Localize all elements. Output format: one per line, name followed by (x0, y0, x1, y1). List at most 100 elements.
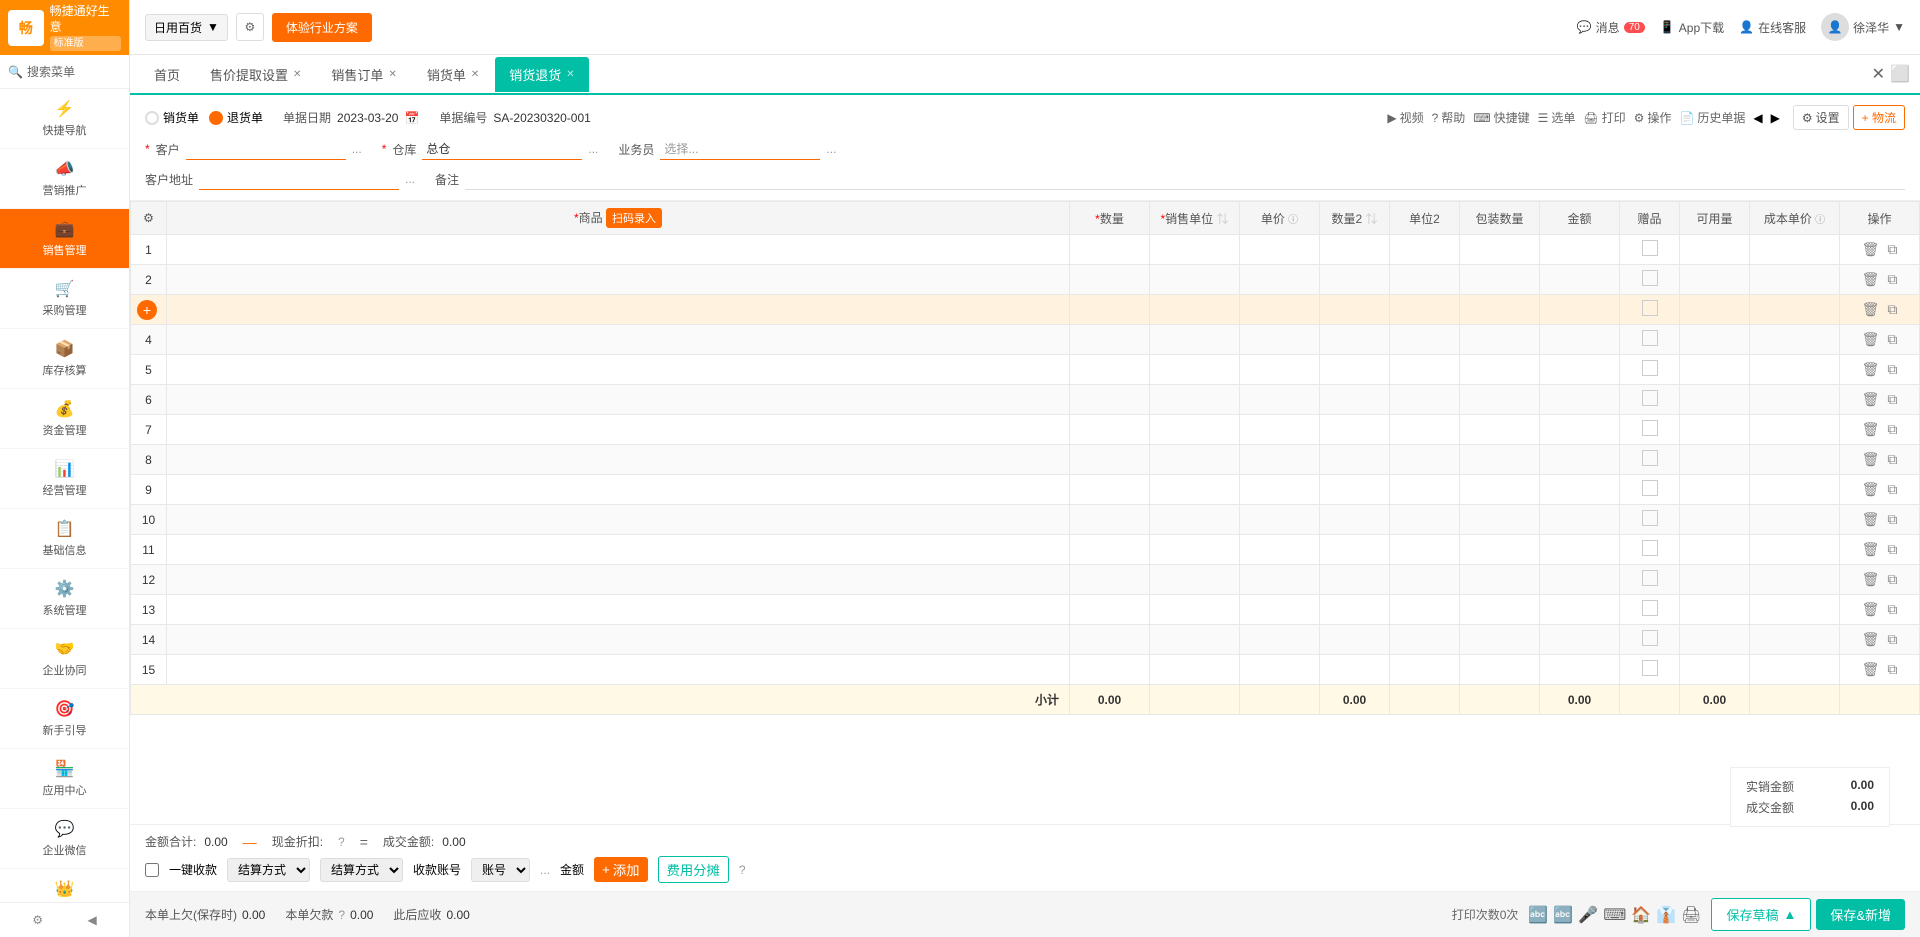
qty2-cell-7[interactable] (1320, 415, 1390, 445)
product-input-15[interactable] (173, 662, 1063, 677)
copy-row-5[interactable]: ⧉ (1887, 361, 1897, 378)
unit-cell-1[interactable] (1150, 235, 1240, 265)
sidebar-item-enterprise[interactable]: 🤝企业协同 (0, 629, 129, 689)
collapse-icon[interactable]: ◀ (88, 913, 97, 927)
delete-row-9[interactable]: 🗑 (1862, 481, 1880, 498)
qty2-cell-9[interactable] (1320, 475, 1390, 505)
sidebar-search[interactable]: 🔍 搜索菜单 (0, 55, 129, 89)
product-cell-12[interactable] (167, 565, 1070, 595)
amount-cell-6[interactable] (1540, 385, 1620, 415)
avail-cell-12[interactable] (1680, 565, 1750, 595)
address-select-btn[interactable]: ... (405, 172, 415, 186)
unit-cell-14[interactable] (1150, 625, 1240, 655)
salesperson-select-btn[interactable]: ... (826, 142, 836, 156)
cost-cell-11[interactable] (1750, 535, 1840, 565)
setting-btn[interactable]: ⚙ 设置 (1793, 105, 1849, 130)
settlement-method-select[interactable]: 结算方式 (227, 858, 310, 882)
product-cell-3[interactable] (167, 295, 1070, 325)
product-cell-5[interactable] (167, 355, 1070, 385)
gift-checkbox-10[interactable] (1642, 510, 1658, 526)
pack-cell-7[interactable] (1460, 415, 1540, 445)
gift-checkbox-2[interactable] (1642, 270, 1658, 286)
product-input-6[interactable] (173, 392, 1063, 407)
video-btn[interactable]: ▶ 视频 (1387, 109, 1423, 126)
price-cell-15[interactable] (1240, 655, 1320, 685)
customer-input[interactable] (186, 138, 346, 160)
price-cell-7[interactable] (1240, 415, 1320, 445)
copy-row-13[interactable]: ⧉ (1887, 601, 1897, 618)
sidebar-item-wechat[interactable]: 💬企业微信 (0, 809, 129, 869)
qty2-cell-6[interactable] (1320, 385, 1390, 415)
unit2-cell-9[interactable] (1390, 475, 1460, 505)
gift-checkbox-1[interactable] (1642, 240, 1658, 256)
avail-cell-11[interactable] (1680, 535, 1750, 565)
unit2-cell-2[interactable] (1390, 265, 1460, 295)
gift-cell-11[interactable] (1620, 535, 1680, 565)
avail-cell-10[interactable] (1680, 505, 1750, 535)
gift-cell-7[interactable] (1620, 415, 1680, 445)
topbar-gear-btn[interactable]: ⚙ (236, 13, 264, 41)
avail-cell-13[interactable] (1680, 595, 1750, 625)
qty2-cell-12[interactable] (1320, 565, 1390, 595)
price-cell-4[interactable] (1240, 325, 1320, 355)
amount-cell-14[interactable] (1540, 625, 1620, 655)
pack-cell-14[interactable] (1460, 625, 1540, 655)
price-cell-5[interactable] (1240, 355, 1320, 385)
pack-cell-12[interactable] (1460, 565, 1540, 595)
select-order-btn[interactable]: ☰ 选单 (1538, 109, 1576, 126)
avail-cell-2[interactable] (1680, 265, 1750, 295)
pack-cell-15[interactable] (1460, 655, 1540, 685)
gift-checkbox-6[interactable] (1642, 390, 1658, 406)
amount-cell-1[interactable] (1540, 235, 1620, 265)
unit-cell-9[interactable] (1150, 475, 1240, 505)
gift-cell-10[interactable] (1620, 505, 1680, 535)
qty2-cell-11[interactable] (1320, 535, 1390, 565)
unit2-cell-4[interactable] (1390, 325, 1460, 355)
cost-cell-5[interactable] (1750, 355, 1840, 385)
toolbar-icon-5[interactable]: 🏠 (1631, 905, 1651, 925)
gift-checkbox-13[interactable] (1642, 600, 1658, 616)
price-cell-12[interactable] (1240, 565, 1320, 595)
sidebar-item-basic[interactable]: 📋基础信息 (0, 509, 129, 569)
copy-row-2[interactable]: ⧉ (1887, 271, 1897, 288)
salesperson-input[interactable]: 选择... (660, 138, 820, 160)
unit-cell-12[interactable] (1150, 565, 1240, 595)
gift-cell-2[interactable] (1620, 265, 1680, 295)
gift-cell-6[interactable] (1620, 385, 1680, 415)
gift-cell-3[interactable] (1620, 295, 1680, 325)
settings-icon[interactable]: ⚙ (32, 913, 43, 927)
amount-cell-15[interactable] (1540, 655, 1620, 685)
toolbar-icon-1[interactable]: 🔤 (1528, 905, 1548, 925)
price-cell-9[interactable] (1240, 475, 1320, 505)
sales-radio[interactable]: 销货单 (145, 109, 199, 126)
message-btn[interactable]: 💬 消息 70 (1577, 19, 1645, 36)
avail-cell-6[interactable] (1680, 385, 1750, 415)
unit2-cell-10[interactable] (1390, 505, 1460, 535)
tab-close-2[interactable]: ✕ (388, 69, 396, 80)
product-cell-1[interactable] (167, 235, 1070, 265)
product-input-7[interactable] (173, 422, 1063, 437)
qty-cell-2[interactable] (1070, 265, 1150, 295)
copy-row-7[interactable]: ⧉ (1887, 421, 1897, 438)
sidebar-item-sales[interactable]: 💼销售管理 (0, 209, 129, 269)
unit2-cell-5[interactable] (1390, 355, 1460, 385)
product-cell-14[interactable] (167, 625, 1070, 655)
amount-cell-4[interactable] (1540, 325, 1620, 355)
avail-cell-8[interactable] (1680, 445, 1750, 475)
product-cell-6[interactable] (167, 385, 1070, 415)
logistics-btn[interactable]: + 物流 (1853, 105, 1905, 130)
gift-cell-8[interactable] (1620, 445, 1680, 475)
gift-cell-13[interactable] (1620, 595, 1680, 625)
qty2-cell-4[interactable] (1320, 325, 1390, 355)
unit2-cell-7[interactable] (1390, 415, 1460, 445)
daily-select[interactable]: 日用百货 ▼ (145, 14, 228, 41)
qty-cell-10[interactable] (1070, 505, 1150, 535)
app-download-btn[interactable]: 📱 App下载 (1660, 19, 1724, 36)
delete-row-14[interactable]: 🗑 (1862, 631, 1880, 648)
price-cell-2[interactable] (1240, 265, 1320, 295)
remark-input[interactable] (465, 168, 1905, 190)
amount-cell-10[interactable] (1540, 505, 1620, 535)
cost-cell-3[interactable] (1750, 295, 1840, 325)
delete-row-12[interactable]: 🗑 (1862, 571, 1880, 588)
pack-cell-8[interactable] (1460, 445, 1540, 475)
